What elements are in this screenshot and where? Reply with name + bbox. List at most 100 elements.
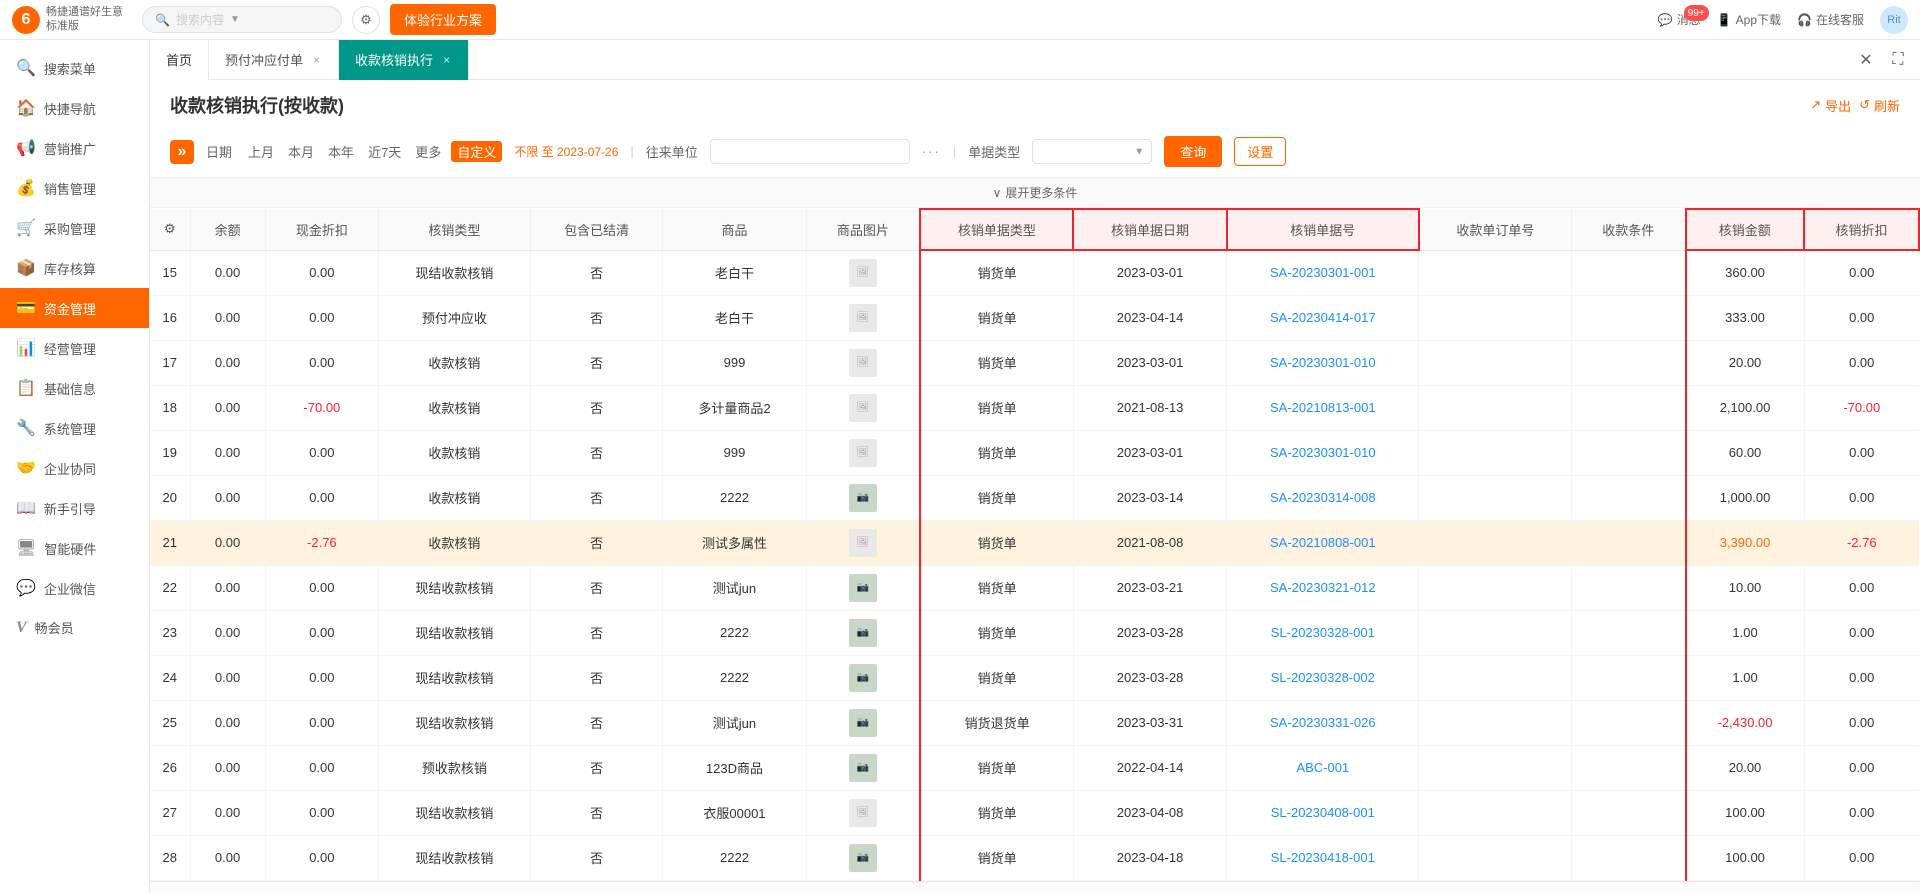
refresh-btn[interactable]: ↺ 刷新: [1859, 96, 1900, 115]
sidebar-item-hardware[interactable]: 🖥 智能硬件: [0, 528, 149, 568]
table-row: 270.000.00现结收款核销否衣服00001🖼销货单2023-04-08SL…: [150, 790, 1919, 835]
tab-receipt[interactable]: 收款核销执行 ×: [339, 40, 469, 80]
data-table: ⚙ 余额 现金折扣 核销类型 包含已结清 商品 商品图片 核销单据类型 核销单据…: [150, 208, 1920, 881]
col-verify-amount: 核销金额: [1686, 209, 1804, 250]
product-thumb: 📷: [849, 844, 877, 872]
bill-no-link[interactable]: SA-20230301-010: [1270, 445, 1376, 460]
date-opt-7days[interactable]: 近7天: [364, 140, 405, 163]
sidebar-item-quick-nav[interactable]: 🏠 快捷导航: [0, 88, 149, 128]
receipt-tab-close[interactable]: ×: [441, 51, 452, 69]
filter-separator: |: [630, 144, 633, 159]
user-avatar[interactable]: Rit: [1880, 6, 1908, 34]
sidebar-item-wechat[interactable]: 💬 企业微信: [0, 568, 149, 608]
app-logo: 6 畅捷通谱好生意 标准版: [12, 6, 132, 34]
download-icon: 📱: [1717, 13, 1732, 27]
tab-home[interactable]: 首页: [150, 40, 209, 80]
tab-prepay[interactable]: 预付冲应付单 ×: [209, 40, 339, 80]
filter-expand-btn[interactable]: »: [170, 140, 194, 164]
date-options: 上月 本月 本年 近7天 更多 自定义: [244, 140, 502, 163]
app-download-btn[interactable]: 📱 App下载: [1717, 11, 1781, 28]
table-row: 280.000.00现结收款核销否2222📷销货单2023-04-18SL-20…: [150, 835, 1919, 880]
prepay-tab-close[interactable]: ×: [311, 51, 322, 69]
date-opt-more[interactable]: 更多: [411, 140, 445, 163]
bill-no-link[interactable]: SA-20230301-010: [1270, 355, 1376, 370]
sidebar-item-inventory[interactable]: 📦 库存核算: [0, 248, 149, 288]
tab-bar-right: ✕ ⛶: [1852, 46, 1920, 74]
sidebar-item-label: 库存核算: [44, 259, 96, 278]
sidebar-item-sales[interactable]: 💰 销售管理: [0, 168, 149, 208]
bill-no-link[interactable]: SA-20210813-001: [1270, 400, 1376, 415]
export-btn[interactable]: ↗ 导出: [1810, 96, 1851, 115]
bill-type-select[interactable]: [1032, 139, 1152, 164]
verify-discount-total: 952.24: [1860, 890, 1900, 893]
bill-no-link[interactable]: SL-20230328-001: [1271, 625, 1375, 640]
user-label: Rit: [1887, 14, 1900, 26]
member-icon: V: [16, 619, 27, 637]
app-download-label: App下载: [1736, 11, 1781, 28]
date-opt-custom[interactable]: 自定义: [451, 141, 502, 162]
table-row: 180.00-70.00收款核销否多计量商品2🖼销货单2021-08-13SA-…: [150, 385, 1919, 430]
bill-no-link[interactable]: ABC-001: [1296, 760, 1349, 775]
bill-no-link[interactable]: SA-20230321-012: [1270, 580, 1376, 595]
sidebar-item-funds[interactable]: 💳 资金管理: [0, 288, 149, 328]
purchase-icon: 🛒: [16, 218, 36, 238]
message-badge: 99+: [1684, 5, 1709, 21]
sidebar-item-search-menu[interactable]: 🔍 搜索菜单: [0, 48, 149, 88]
search-icon: 🔍: [155, 13, 170, 27]
export-icon: ↗: [1810, 97, 1821, 113]
date-opt-this-year[interactable]: 本年: [324, 140, 358, 163]
sidebar-item-base[interactable]: 📋 基础信息: [0, 368, 149, 408]
sales-icon: 💰: [16, 178, 36, 198]
sidebar-item-purchase[interactable]: 🛒 采购管理: [0, 208, 149, 248]
settings-icon-btn[interactable]: ⚙: [352, 6, 380, 34]
bill-no-link[interactable]: SL-20230328-002: [1271, 670, 1375, 685]
industry-btn[interactable]: 体验行业方案: [390, 4, 496, 35]
expand-more-bar: ∨ 展开更多条件: [150, 178, 1920, 208]
date-opt-last-month[interactable]: 上月: [244, 140, 278, 163]
expand-more-btn[interactable]: ∨ 展开更多条件: [993, 184, 1078, 201]
bill-no-link[interactable]: SA-20230301-001: [1270, 265, 1376, 280]
online-service-btn[interactable]: 🎧 在线客服: [1797, 11, 1864, 28]
sidebar-item-label: 畅会员: [35, 618, 74, 637]
table-row: 240.000.00现结收款核销否2222📷销货单2023-03-28SL-20…: [150, 655, 1919, 700]
sidebar-item-system[interactable]: 🔧 系统管理: [0, 408, 149, 448]
bill-no-link[interactable]: SL-20230418-001: [1271, 850, 1375, 865]
expand-more-icon: ∨: [993, 186, 1002, 200]
bill-no-link[interactable]: SA-20230414-017: [1270, 310, 1376, 325]
product-thumb: 🖼: [849, 799, 877, 827]
search-menu-icon: 🔍: [16, 58, 36, 78]
sidebar-item-label: 基础信息: [44, 379, 96, 398]
product-thumb: 🖼: [849, 439, 877, 467]
sidebar-item-member[interactable]: V 畅会员: [0, 608, 149, 647]
sidebar-item-ops[interactable]: 📊 经营管理: [0, 328, 149, 368]
sidebar-item-collab[interactable]: 🤝 企业协同: [0, 448, 149, 488]
sidebar-item-marketing[interactable]: 📢 营销推广: [0, 128, 149, 168]
guide-icon: 📖: [16, 498, 36, 518]
sidebar-item-guide[interactable]: 📖 新手引导: [0, 488, 149, 528]
product-thumb: 📷: [849, 664, 877, 692]
col-verify-date: 核销单据日期: [1073, 209, 1226, 250]
bill-no-link[interactable]: SA-20230331-026: [1270, 715, 1376, 730]
expand-more-label: 展开更多条件: [1005, 184, 1077, 201]
query-btn[interactable]: 查询: [1164, 136, 1222, 167]
col-settings[interactable]: ⚙: [150, 209, 190, 250]
table-row: 150.000.00现结收款核销否老白干🖼销货单2023-03-01SA-202…: [150, 250, 1919, 295]
system-icon: 🔧: [16, 418, 36, 438]
search-box[interactable]: 🔍 搜索内容 ▼: [142, 6, 342, 33]
date-opt-this-month[interactable]: 本月: [284, 140, 318, 163]
bill-no-link[interactable]: SA-20210808-001: [1270, 535, 1376, 550]
page-header-actions: ↗ 导出 ↺ 刷新: [1810, 96, 1900, 115]
tab-close-all-btn[interactable]: ✕: [1852, 46, 1880, 74]
product-thumb: 📷: [849, 574, 877, 602]
bill-no-link[interactable]: SL-20230408-001: [1271, 805, 1375, 820]
counterpart-label: 往来单位: [646, 142, 698, 161]
filter-settings-btn[interactable]: 设置: [1234, 137, 1286, 166]
sidebar-item-label: 智能硬件: [44, 539, 96, 558]
counterpart-input[interactable]: [710, 139, 910, 164]
bill-no-link[interactable]: SA-20230314-008: [1270, 490, 1376, 505]
message-btn[interactable]: 💬 消息 99+: [1658, 11, 1701, 28]
collab-icon: 🤝: [16, 458, 36, 478]
tab-maximize-btn[interactable]: ⛶: [1884, 46, 1912, 74]
sidebar-item-label: 销售管理: [44, 179, 96, 198]
funds-icon: 💳: [16, 298, 36, 318]
